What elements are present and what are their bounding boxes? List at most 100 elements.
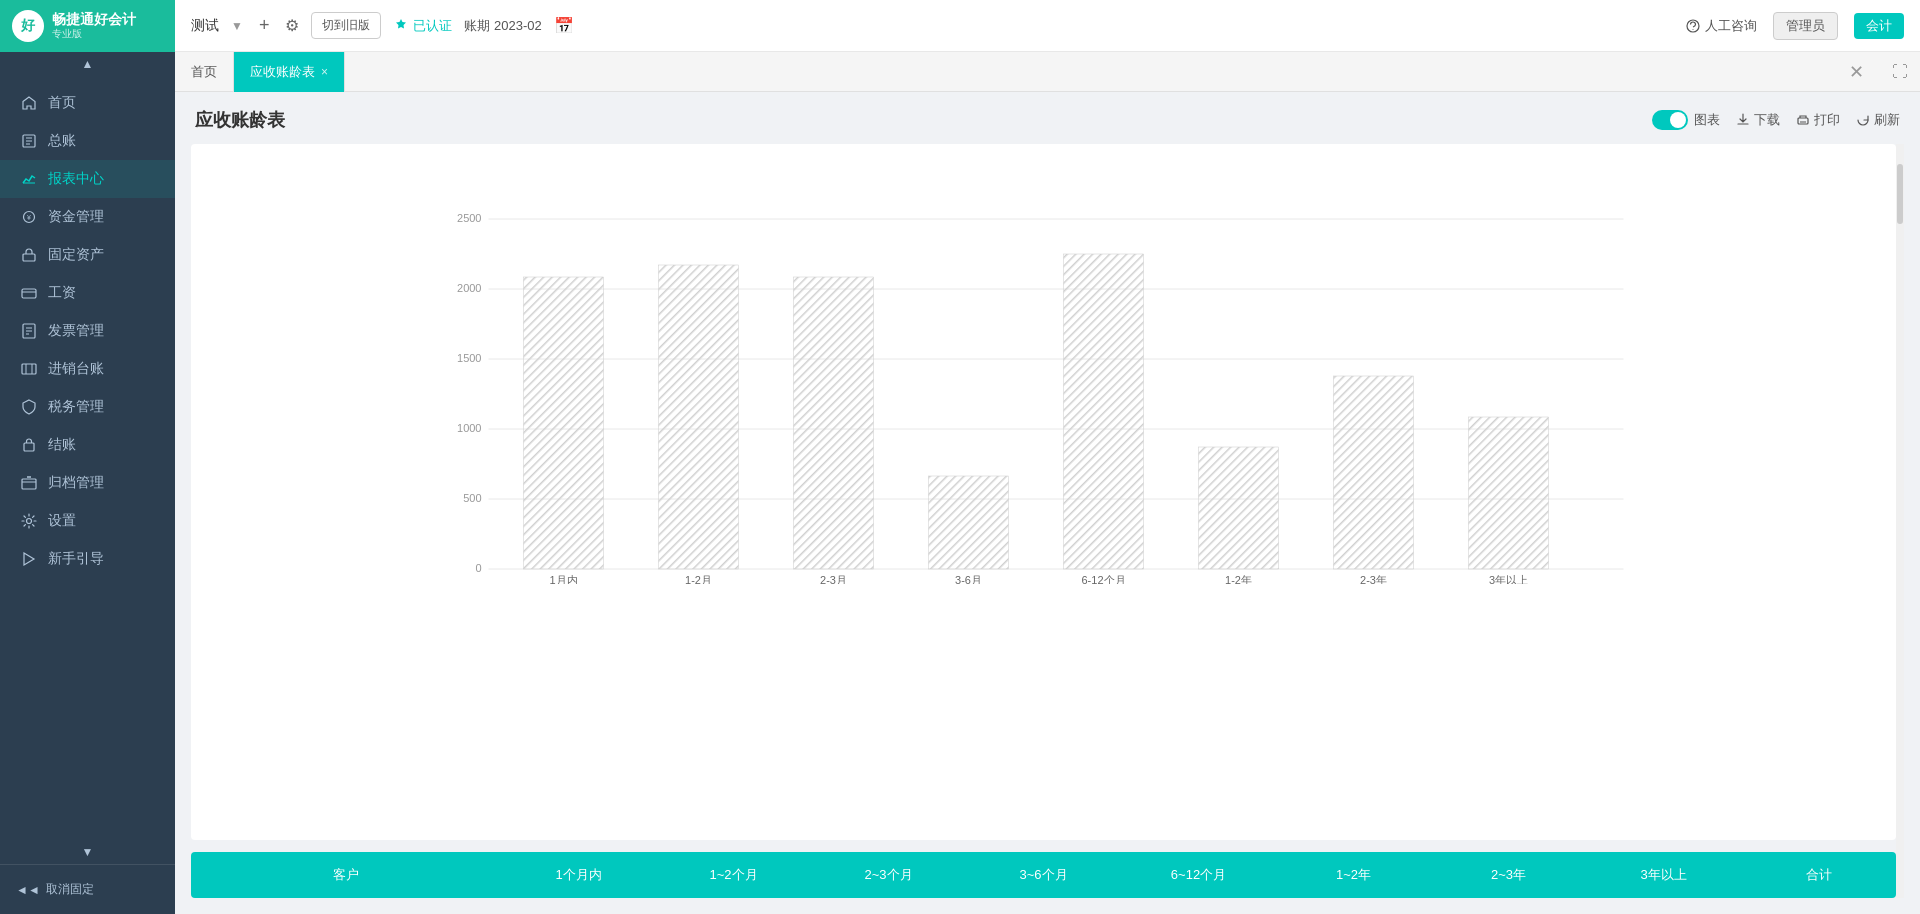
report-icon (20, 170, 38, 188)
svg-marker-22 (24, 553, 34, 565)
sidebar-item-salary[interactable]: 工资 (0, 274, 175, 312)
table-container: 客户 1个月内 1~2个月 2~3个月 3~6个月 6~12个月 1~2年 2~… (191, 852, 1896, 898)
main-area: 测试 ▼ + ⚙ 切到旧版 已认证 账期 2023-02 📅 人工咨询 管理员 … (175, 0, 1920, 914)
sidebar-item-report[interactable]: 报表中心 (0, 160, 175, 198)
asset-icon (20, 246, 38, 264)
svg-point-24 (1693, 29, 1694, 30)
page-header: 应收账龄表 图表 下载 打印 刷新 (191, 108, 1904, 132)
tab-close-button[interactable]: × (321, 65, 328, 79)
bar-2-3month (794, 277, 874, 569)
project-dropdown[interactable]: ▼ (231, 19, 243, 33)
cancel-fixed-button[interactable]: ◄◄ 取消固定 (0, 873, 175, 906)
svg-text:2-3月: 2-3月 (820, 574, 847, 584)
service-button[interactable]: 人工咨询 (1685, 17, 1757, 35)
svg-rect-17 (24, 443, 34, 451)
scrollbar-thumb[interactable] (1897, 164, 1903, 224)
expand-button[interactable]: ⛶ (1880, 63, 1920, 81)
col-1-2year: 1~2年 (1276, 852, 1431, 898)
tab-aging[interactable]: 应收账龄表 × (234, 52, 345, 92)
switch-version-button[interactable]: 切到旧版 (311, 12, 381, 39)
sidebar-item-guide[interactable]: 新手引导 (0, 540, 175, 578)
svg-text:2000: 2000 (457, 282, 481, 294)
vertical-scrollbar[interactable] (1896, 144, 1904, 898)
svg-rect-7 (23, 254, 35, 261)
svg-rect-8 (22, 289, 36, 298)
project-name: 测试 (191, 17, 219, 35)
calendar-icon[interactable]: 📅 (554, 16, 574, 35)
svg-text:0: 0 (475, 562, 481, 574)
svg-text:2-3年: 2-3年 (1360, 574, 1387, 584)
sidebar-item-fund[interactable]: ¥ 资金管理 (0, 198, 175, 236)
sidebar-nav: 首页 总账 报表中心 ¥ 资金管理 固定资产 (0, 76, 175, 840)
gear-icon (20, 512, 38, 530)
tab-home[interactable]: 首页 (175, 52, 234, 92)
logo-text: 畅捷通好会计 专业版 (52, 11, 136, 42)
sidebar-item-asset[interactable]: 固定资产 (0, 236, 175, 274)
page-title: 应收账龄表 (195, 108, 285, 132)
sidebar-scroll-up[interactable]: ▲ (0, 52, 175, 76)
content-scroll-area: 0 500 1000 1500 2000 2500 (191, 144, 1904, 898)
guide-icon (20, 550, 38, 568)
salary-icon (20, 284, 38, 302)
svg-rect-25 (1798, 118, 1808, 124)
svg-text:1-2年: 1-2年 (1225, 574, 1252, 584)
col-2-3year: 2~3年 (1431, 852, 1586, 898)
col-3-6month: 3~6个月 (966, 852, 1121, 898)
sidebar-bottom: ◄◄ 取消固定 (0, 864, 175, 914)
svg-text:¥: ¥ (27, 214, 31, 221)
close-panel-button[interactable]: ✕ (1833, 61, 1880, 83)
sidebar-item-settings[interactable]: 设置 (0, 502, 175, 540)
content-area: 应收账龄表 图表 下载 打印 刷新 (175, 92, 1920, 914)
svg-text:1500: 1500 (457, 352, 481, 364)
col-1month: 1个月内 (501, 852, 656, 898)
svg-text:1月内: 1月内 (549, 574, 577, 584)
svg-text:3-6月: 3-6月 (955, 574, 982, 584)
col-2-3month: 2~3个月 (811, 852, 966, 898)
fund-icon: ¥ (20, 208, 38, 226)
sidebar-item-home[interactable]: 首页 (0, 84, 175, 122)
settings-icon[interactable]: ⚙ (285, 16, 299, 35)
sidebar-item-tax[interactable]: 税务管理 (0, 388, 175, 426)
sidebar-item-purchase[interactable]: 进销台账 (0, 350, 175, 388)
chart-toggle[interactable] (1652, 110, 1688, 130)
add-button[interactable]: + (255, 15, 274, 36)
bar-1-2month (659, 265, 739, 569)
col-1-2month: 1~2个月 (656, 852, 811, 898)
svg-text:1000: 1000 (457, 422, 481, 434)
role-button[interactable]: 会计 (1854, 13, 1904, 39)
sidebar: 好 畅捷通好会计 专业版 ▲ 首页 总账 报表中心 (0, 0, 175, 914)
bar-3-6month (929, 476, 1009, 569)
logo-icon: 好 (12, 10, 44, 42)
chart-container: 0 500 1000 1500 2000 2500 (191, 144, 1896, 840)
bar-3plus-year (1469, 417, 1549, 569)
refresh-button[interactable]: 刷新 (1856, 111, 1900, 129)
svg-text:2500: 2500 (457, 212, 481, 224)
tabs-bar: 首页 应收账龄表 × ✕ ⛶ (175, 52, 1920, 92)
svg-text:6-12个月: 6-12个月 (1081, 574, 1125, 584)
bar-1month (524, 277, 604, 569)
sidebar-item-invoice[interactable]: 发票管理 (0, 312, 175, 350)
main-scroll-area[interactable]: 0 500 1000 1500 2000 2500 (191, 144, 1896, 898)
sidebar-item-close[interactable]: 结账 (0, 426, 175, 464)
svg-rect-14 (22, 364, 36, 374)
bar-1-2year (1199, 447, 1279, 569)
svg-text:500: 500 (463, 492, 481, 504)
invoice-icon (20, 322, 38, 340)
bar-2-3year (1334, 376, 1414, 569)
download-button[interactable]: 下载 (1736, 111, 1780, 129)
bar-6-12month (1064, 254, 1144, 569)
bar-chart: 0 500 1000 1500 2000 2500 (211, 164, 1876, 584)
chart-toggle-wrapper: 图表 (1652, 110, 1720, 130)
close-account-icon (20, 436, 38, 454)
sidebar-item-ledger[interactable]: 总账 (0, 122, 175, 160)
svg-rect-18 (22, 479, 36, 489)
user-button[interactable]: 管理员 (1773, 12, 1838, 40)
print-button[interactable]: 打印 (1796, 111, 1840, 129)
header-right: 人工咨询 管理员 会计 (1685, 12, 1904, 40)
svg-text:1-2月: 1-2月 (685, 574, 712, 584)
svg-text:3年以上: 3年以上 (1489, 574, 1528, 584)
sidebar-item-archive[interactable]: 归档管理 (0, 464, 175, 502)
sidebar-scroll-down[interactable]: ▼ (0, 840, 175, 864)
ledger-icon (20, 132, 38, 150)
period-label: 账期 2023-02 (464, 17, 541, 35)
